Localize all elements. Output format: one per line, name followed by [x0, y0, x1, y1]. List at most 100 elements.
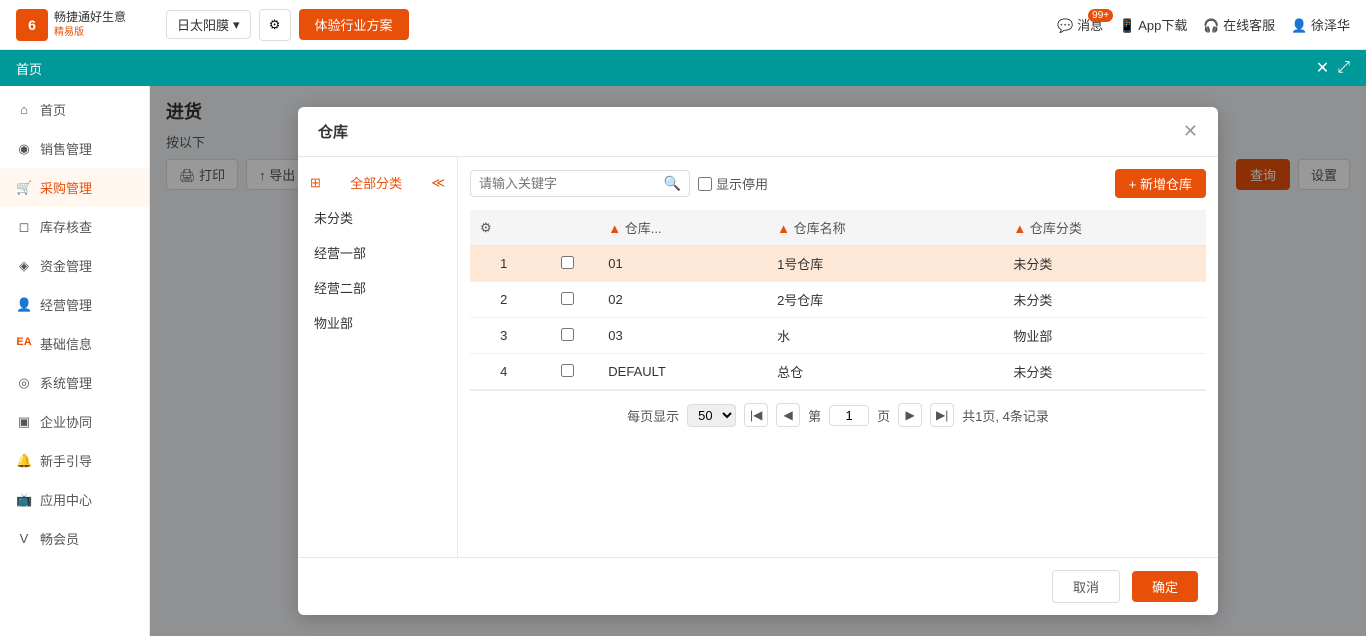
category-item-unclassified[interactable]: 未分类: [298, 200, 457, 235]
search-icon: 🔍: [664, 175, 681, 192]
row-code: DEFAULT: [598, 354, 767, 390]
per-page-label: 每页显示: [627, 406, 679, 425]
row-num: 2: [470, 282, 538, 318]
modal-title: 仓库: [318, 121, 348, 142]
prev-page-button[interactable]: ◀: [776, 403, 800, 427]
member-icon: V: [16, 531, 32, 547]
first-page-button[interactable]: |◀: [744, 403, 768, 427]
sidebar-item-label: 经营管理: [40, 295, 92, 314]
warehouse-modal: 仓库 ✕ ⊞ 全部分类 ≪ 未分类 经营一部 经营二部: [298, 107, 1218, 615]
logo-icon: 6: [16, 9, 48, 41]
sidebar-item-label: 企业协同: [40, 412, 92, 431]
main-content: 进货 按以下 🖨 打印 ↑ 导出 ↻ 刷新 查询 设置: [150, 86, 1366, 636]
sub-header: 首页 ✕ ⤢: [0, 50, 1366, 86]
table-row[interactable]: 3 03 水 物业部: [470, 318, 1206, 354]
sales-icon: ◉: [16, 141, 32, 157]
home-icon: ⌂: [16, 102, 32, 118]
per-page-select[interactable]: 50: [687, 404, 736, 427]
warehouse-table: ⚙ ▲ 仓库... ▲ 仓库名称: [470, 210, 1206, 390]
row-num: 3: [470, 318, 538, 354]
sidebar-item-base[interactable]: EA 基础信息: [0, 324, 149, 363]
table-row[interactable]: 1 01 1号仓库 未分类: [470, 246, 1206, 282]
trial-button[interactable]: 体验行业方案: [299, 9, 409, 40]
sidebar-item-enterprise[interactable]: ▣ 企业协同: [0, 402, 149, 441]
row-code: 01: [598, 246, 767, 282]
page-label2: 页: [877, 406, 890, 425]
modal-close-button[interactable]: ✕: [1183, 121, 1198, 142]
operation-icon: 👤: [16, 297, 32, 313]
app-icon: 📺: [16, 492, 32, 508]
search-input[interactable]: [479, 176, 664, 191]
page-number-input[interactable]: [829, 405, 869, 426]
modal-overlay: 仓库 ✕ ⊞ 全部分类 ≪ 未分类 经营一部 经营二部: [150, 86, 1366, 636]
sort-icon-cat: ▲: [1013, 221, 1026, 236]
sort-icon-name: ▲: [777, 221, 790, 236]
app-download[interactable]: 📱 App下载: [1119, 15, 1187, 34]
sidebar-item-member[interactable]: V 畅会员: [0, 519, 149, 558]
modal-toolbar: 🔍 显示停用 + 新增仓库: [470, 169, 1206, 198]
sidebar-item-home[interactable]: ⌂ 首页: [0, 90, 149, 129]
next-page-button[interactable]: ▶: [898, 403, 922, 427]
row-category: 未分类: [1003, 354, 1206, 390]
row-category: 未分类: [1003, 282, 1206, 318]
breadcrumb-home[interactable]: 首页: [16, 59, 42, 78]
sidebar-item-operation[interactable]: 👤 经营管理: [0, 285, 149, 324]
category-item-operation1[interactable]: 经营一部: [298, 235, 457, 270]
modal-footer: 取消 确定: [298, 557, 1218, 615]
sidebar-item-label: 应用中心: [40, 490, 92, 509]
store-selector[interactable]: 日太阳膜 ▾: [166, 10, 251, 39]
sidebar-item-label: 销售管理: [40, 139, 92, 158]
guide-icon: 🔔: [16, 453, 32, 469]
row-category: 未分类: [1003, 246, 1206, 282]
table-header-row: ⚙ ▲ 仓库... ▲ 仓库名称: [470, 210, 1206, 246]
sidebar-item-guide[interactable]: 🔔 新手引导: [0, 441, 149, 480]
notice-area[interactable]: 💬 消息 99+: [1057, 15, 1103, 34]
table-row[interactable]: 4 DEFAULT 总仓 未分类: [470, 354, 1206, 390]
sidebar-item-system[interactable]: ◎ 系统管理: [0, 363, 149, 402]
logo-text: 畅捷通好生意 精易版: [54, 10, 126, 39]
all-categories-header[interactable]: ⊞ 全部分类 ≪: [298, 165, 457, 200]
user-area[interactable]: 👤 徐泽华: [1291, 15, 1350, 34]
show-disabled-checkbox[interactable]: 显示停用: [698, 174, 768, 193]
sidebar-item-inventory[interactable]: ◻ 库存核查: [0, 207, 149, 246]
row-checkbox[interactable]: [538, 354, 599, 390]
th-name: ▲ 仓库名称: [767, 210, 1003, 246]
th-settings: ⚙: [470, 210, 538, 246]
row-checkbox[interactable]: [538, 318, 599, 354]
sidebar-item-label: 基础信息: [40, 334, 92, 353]
sidebar-item-app[interactable]: 📺 应用中心: [0, 480, 149, 519]
online-service[interactable]: 🎧 在线客服: [1203, 15, 1275, 34]
headset-icon: 🎧: [1203, 18, 1219, 33]
finance-icon: ◈: [16, 258, 32, 274]
chevron-down-icon: ▾: [233, 17, 240, 33]
header-center: 日太阳膜 ▾ ⚙ 体验行业方案: [166, 9, 1057, 41]
row-checkbox[interactable]: [538, 282, 599, 318]
last-page-button[interactable]: ▶|: [930, 403, 954, 427]
row-checkbox[interactable]: [538, 246, 599, 282]
disabled-checkbox[interactable]: [698, 177, 712, 191]
row-name: 水: [767, 318, 1003, 354]
add-warehouse-button[interactable]: + 新增仓库: [1115, 169, 1206, 198]
table-body: 1 01 1号仓库 未分类 2 02 2: [470, 246, 1206, 390]
modal-table-panel: 🔍 显示停用 + 新增仓库 ⚙: [458, 157, 1218, 557]
base-icon: EA: [16, 336, 32, 352]
category-item-property[interactable]: 物业部: [298, 305, 457, 340]
settings-button[interactable]: ⚙: [259, 9, 291, 41]
subheader-right: ✕ ⤢: [1316, 58, 1350, 78]
sidebar-item-sales[interactable]: ◉ 销售管理: [0, 129, 149, 168]
sidebar-item-label: 采购管理: [40, 178, 92, 197]
table-row[interactable]: 2 02 2号仓库 未分类: [470, 282, 1206, 318]
expand-button[interactable]: ⤢: [1337, 59, 1350, 77]
cancel-button[interactable]: 取消: [1052, 570, 1120, 603]
top-header: 6 畅捷通好生意 精易版 日太阳膜 ▾ ⚙ 体验行业方案 💬 消息 99+ 📱 …: [0, 0, 1366, 50]
th-category: ▲ 仓库分类: [1003, 210, 1206, 246]
category-item-operation2[interactable]: 经营二部: [298, 270, 457, 305]
modal-body: ⊞ 全部分类 ≪ 未分类 经营一部 经营二部 物业部: [298, 157, 1218, 557]
pagination: 每页显示 50 |◀ ◀ 第 页 ▶ ▶| 共1页, 4条记录: [470, 390, 1206, 439]
close-button[interactable]: ✕: [1316, 58, 1329, 78]
row-name: 总仓: [767, 354, 1003, 390]
modal-header: 仓库 ✕: [298, 107, 1218, 157]
confirm-button[interactable]: 确定: [1132, 571, 1198, 602]
sidebar-item-finance[interactable]: ◈ 资金管理: [0, 246, 149, 285]
sidebar-item-purchase[interactable]: 🛒 采购管理: [0, 168, 149, 207]
